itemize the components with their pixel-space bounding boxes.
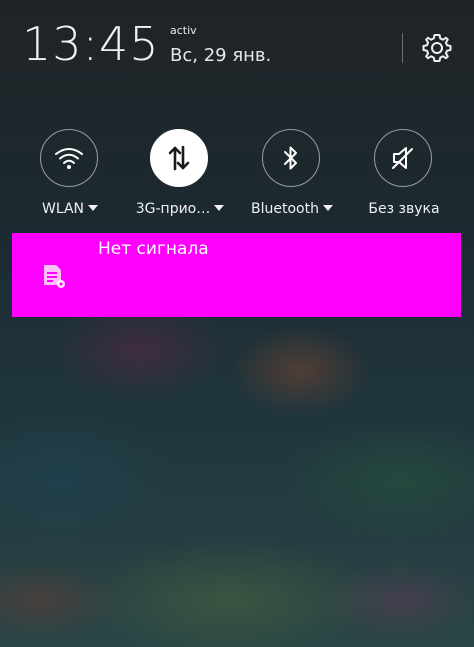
header-divider: [402, 33, 403, 63]
toggle-3g-text: 3G-прио…: [135, 201, 211, 217]
chevron-down-icon: [322, 205, 333, 211]
toggle-wlan-label: WLAN: [10, 201, 130, 217]
bluetooth-icon: [284, 146, 297, 170]
chevron-down-icon: [88, 205, 98, 211]
toggle-bluetooth-label: Bluetooth: [232, 201, 352, 217]
toggle-wlan-text: WLAN: [41, 201, 84, 217]
toggle-3g-label: 3G-прио…: [120, 201, 240, 217]
clock-time: 13:45: [22, 17, 160, 71]
no-signal-notification[interactable]: Нет сигнала: [12, 233, 461, 317]
quick-settings-panel: WLAN 3G-прио… Bluetooth Без звука: [0, 125, 474, 225]
notification-title: Нет сигнала: [98, 239, 209, 259]
chevron-down-icon: [214, 205, 225, 211]
carrier-name: activ: [170, 24, 197, 37]
settings-button[interactable]: [420, 31, 454, 65]
date-label: Вс, 29 янв.: [170, 45, 272, 66]
sim-card-settings-icon: [44, 265, 65, 288]
toggle-mute-label: Без звука: [344, 201, 464, 217]
toggle-wlan-circle: [40, 129, 98, 187]
toggle-mute-text: Без звука: [368, 201, 440, 217]
toggle-bluetooth-text: Bluetooth: [251, 201, 319, 217]
gear-icon: [422, 34, 452, 62]
toggle-bluetooth[interactable]: Bluetooth: [232, 125, 352, 225]
status-header: 13:45 activ Вс, 29 янв.: [0, 0, 474, 100]
toggle-mute[interactable]: Без звука: [344, 125, 464, 225]
toggle-mute-circle: [374, 129, 432, 187]
toggle-wlan[interactable]: WLAN: [10, 125, 130, 225]
wifi-icon: [55, 148, 83, 169]
toggle-3g[interactable]: 3G-прио…: [120, 125, 240, 225]
data-transfer-icon: [168, 145, 190, 171]
toggle-3g-circle: [150, 129, 208, 187]
toggle-bluetooth-circle: [262, 129, 320, 187]
mute-icon: [392, 147, 413, 169]
